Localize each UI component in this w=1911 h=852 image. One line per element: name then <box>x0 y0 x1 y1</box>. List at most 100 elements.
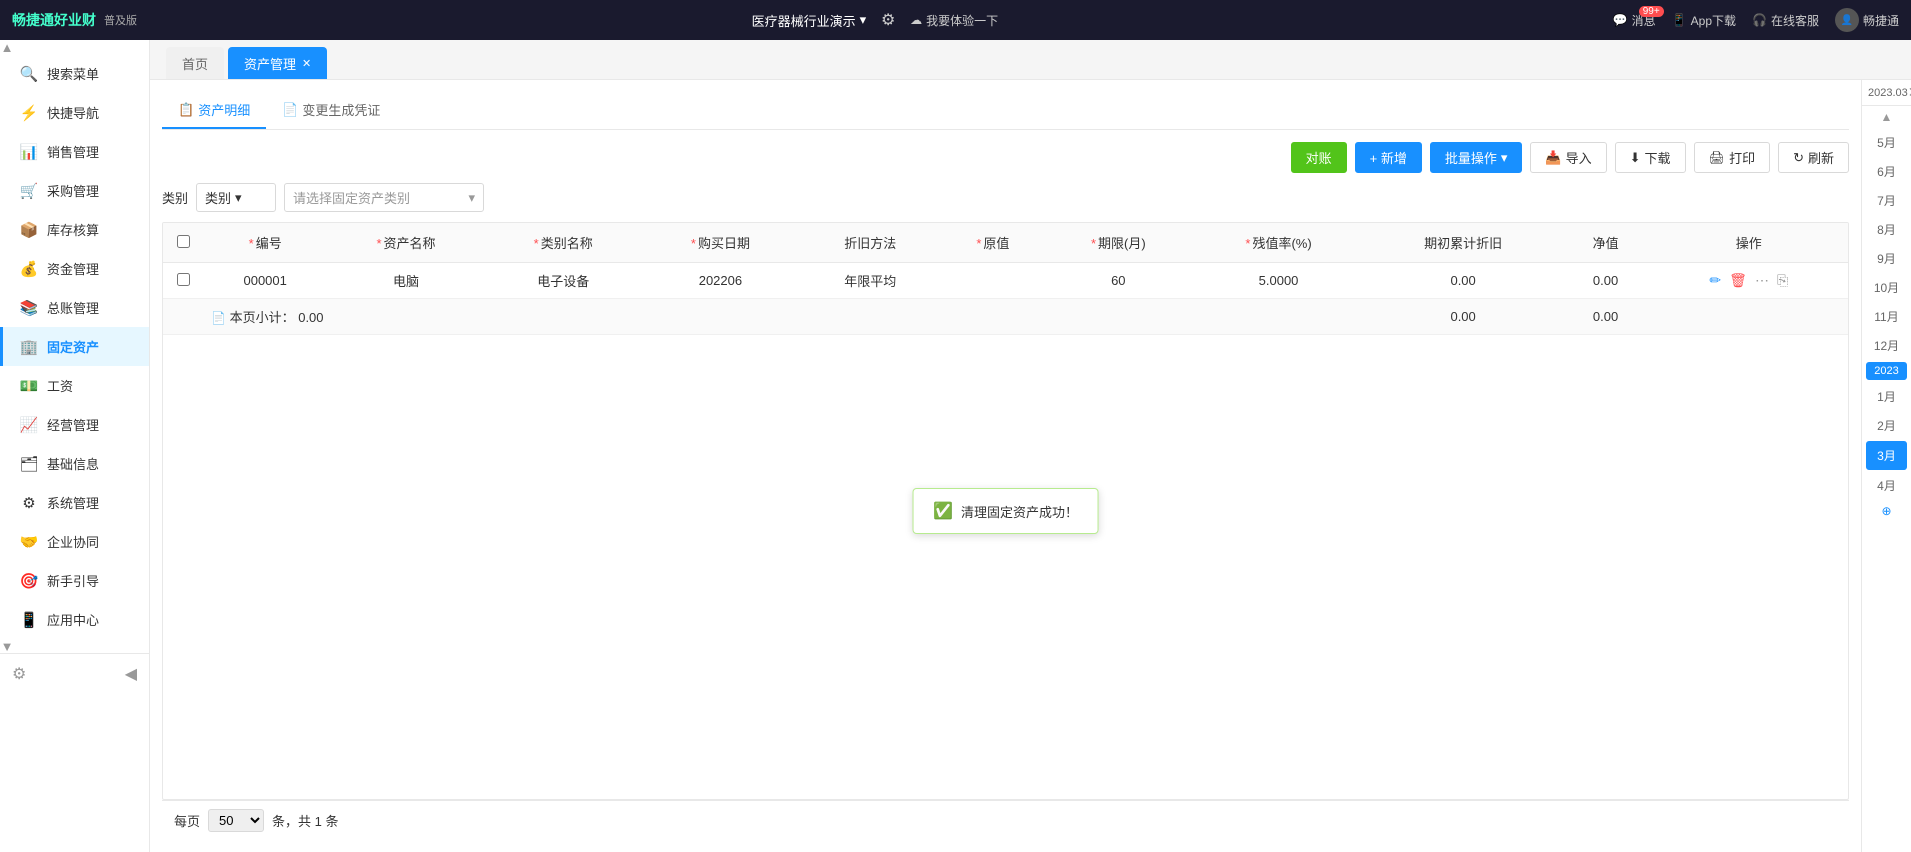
table-header-row: *编号 *资产名称 *类别名称 *购买日期 折旧方法 *原值 *期限(月) *残… <box>163 223 1848 263</box>
row-purchase-date: 202206 <box>642 263 799 299</box>
delete-icon[interactable]: 🗑 <box>1729 272 1747 289</box>
row-residual-rate: 5.0000 <box>1192 263 1364 299</box>
sub-tab-asset-detail[interactable]: 📋 资产明细 <box>162 92 266 129</box>
timeline-month-6[interactable]: 6月 <box>1862 157 1911 186</box>
refresh-button[interactable]: ↻ 刷新 <box>1778 142 1849 173</box>
tab-asset-label: 资产管理 <box>244 54 296 73</box>
header-checkbox-cell <box>163 223 203 263</box>
sidebar-item-enterprise[interactable]: 🤝 企业协同 <box>0 522 149 561</box>
subtotal-initial: 0.00 <box>1365 299 1562 335</box>
copy-icon[interactable]: ⎘ <box>1777 272 1788 289</box>
sidebar-label-quick-nav: 快捷导航 <box>47 103 99 122</box>
timeline-month-11[interactable]: 11月 <box>1862 302 1911 331</box>
batch-label: 批量操作 <box>1445 148 1497 167</box>
reconcile-button[interactable]: 对账 <box>1291 142 1347 173</box>
sub-tabs: 📋 资产明细 📄 变更生成凭证 <box>162 92 1849 130</box>
tab-home-label: 首页 <box>182 54 208 73</box>
cloud-icon: ☁ <box>910 13 922 27</box>
timeline-month-5[interactable]: 5月 <box>1862 128 1911 157</box>
sidebar-item-ledger[interactable]: 📚 总账管理 <box>0 288 149 327</box>
header-category: *类别名称 <box>485 223 642 263</box>
row-checkbox[interactable] <box>177 273 190 286</box>
inner-content: 📋 资产明细 📄 变更生成凭证 对账 + 新增 <box>150 80 1911 852</box>
company-select[interactable]: 医疗器械行业演示 ▾ <box>752 11 867 30</box>
sidebar-item-quick-nav[interactable]: ⚡ 快捷导航 <box>0 93 149 132</box>
sidebar-scroll-up[interactable]: ▲ <box>0 40 14 54</box>
sidebar-item-basics[interactable]: 🗂 基础信息 <box>0 444 149 483</box>
sidebar-item-system[interactable]: ⚙ 系统管理 <box>0 483 149 522</box>
sidebar-item-operations[interactable]: 📈 经营管理 <box>0 405 149 444</box>
import-button[interactable]: 📥 导入 <box>1530 142 1606 173</box>
row-actions: ✏ 🗑 ⋯ ⎘ <box>1650 263 1848 299</box>
new-button[interactable]: + 新增 <box>1355 142 1422 173</box>
sidebar-collapse-icon[interactable]: ◀ <box>125 664 137 684</box>
sidebar-item-purchase[interactable]: 🛒 采购管理 <box>0 171 149 210</box>
timeline-month-1[interactable]: 1月 <box>1862 382 1911 411</box>
header-actions: 操作 <box>1650 223 1848 263</box>
tab-home[interactable]: 首页 <box>166 47 224 79</box>
asset-table: *编号 *资产名称 *类别名称 *购买日期 折旧方法 *原值 *期限(月) *残… <box>163 223 1848 335</box>
import-label: 导入 <box>1566 148 1592 167</box>
download-label: 下载 <box>1645 148 1671 167</box>
more-icon[interactable]: ⋯ <box>1755 272 1769 289</box>
sidebar-item-search[interactable]: 🔍 搜索菜单 <box>0 54 149 93</box>
sidebar-item-fixed-assets[interactable]: 🏢 固定资产 <box>0 327 149 366</box>
download-button[interactable]: ⬇ 下载 <box>1615 142 1686 173</box>
timeline-month-2[interactable]: 2月 <box>1862 411 1911 440</box>
timeline-scroll-up[interactable]: ▲ <box>1862 106 1911 128</box>
batch-button[interactable]: 批量操作 ▾ <box>1430 142 1523 173</box>
sidebar-label-enterprise: 企业协同 <box>47 532 99 551</box>
category-type-arrow: ▾ <box>235 190 242 206</box>
tab-asset-management[interactable]: 资产管理 ✕ <box>228 47 327 79</box>
company-dropdown-icon: ▾ <box>860 12 867 28</box>
app-download-button[interactable]: 📱 App下载 <box>1672 12 1736 29</box>
online-service-button[interactable]: 🎧 在线客服 <box>1752 12 1819 29</box>
header-period: *期限(月) <box>1044 223 1192 263</box>
timeline-month-4[interactable]: 4月 <box>1862 471 1911 500</box>
category-type-select[interactable]: 类别 ▾ <box>196 183 276 212</box>
app-logo: 畅捷通好业财 <box>12 10 96 30</box>
enterprise-icon: 🤝 <box>19 533 39 551</box>
sidebar-label-apps: 应用中心 <box>47 610 99 629</box>
success-message: 清理固定资产成功！ <box>961 502 1078 521</box>
timeline-month-3-current[interactable]: 3月 <box>1866 441 1907 470</box>
edit-icon[interactable]: ✏ <box>1709 272 1721 289</box>
sidebar-settings-icon[interactable]: ⚙ <box>12 664 26 684</box>
subtotal-empty4 <box>1650 299 1848 335</box>
sub-tab-voucher-change[interactable]: 📄 变更生成凭证 <box>266 92 396 129</box>
timeline-month-8[interactable]: 8月 <box>1862 215 1911 244</box>
experience-link[interactable]: ☁ 我要体验一下 <box>910 12 998 29</box>
action-cell: ✏ 🗑 ⋯ ⎘ <box>1658 272 1840 289</box>
content-area: 首页 资产管理 ✕ 📋 资产明细 📄 变更生成凭证 <box>150 40 1911 852</box>
user-profile[interactable]: 👤 畅捷通 <box>1835 8 1899 32</box>
capital-icon: 💰 <box>19 260 39 278</box>
table-row: 000001 电脑 电子设备 202206 年限平均 60 5.0000 0.0… <box>163 263 1848 299</box>
print-button[interactable]: 🖨 打印 <box>1694 142 1771 173</box>
sidebar-scroll-down[interactable]: ▼ <box>0 639 14 653</box>
per-page-label: 每页 <box>174 811 200 830</box>
sidebar-item-capital[interactable]: 💰 资金管理 <box>0 249 149 288</box>
timeline-month-9[interactable]: 9月 <box>1862 244 1911 273</box>
sidebar-item-apps[interactable]: 📱 应用中心 <box>0 600 149 639</box>
top-settings-icon[interactable]: ⚙ <box>874 6 902 34</box>
timeline-year-label: 2023.03 <box>1868 87 1908 99</box>
timeline-month-12[interactable]: 12月 <box>1862 331 1911 360</box>
sidebar-item-inventory[interactable]: 📦 库存核算 <box>0 210 149 249</box>
app-download-label: App下载 <box>1691 12 1736 29</box>
sidebar-item-sales[interactable]: 📊 销售管理 <box>0 132 149 171</box>
category-value-select[interactable]: 请选择固定资产类别 ▾ <box>284 183 484 212</box>
messages-button[interactable]: 💬 消息 99+ <box>1613 12 1656 29</box>
tab-close-icon[interactable]: ✕ <box>302 57 311 70</box>
top-bar-right: 💬 消息 99+ 📱 App下载 🎧 在线客服 👤 畅捷通 <box>1613 8 1899 32</box>
sidebar-item-payroll[interactable]: 💵 工资 <box>0 366 149 405</box>
select-all-checkbox[interactable] <box>177 235 190 248</box>
page-size-select[interactable]: 50 100 <box>208 809 264 832</box>
timeline-month-10[interactable]: 10月 <box>1862 273 1911 302</box>
header-depreciation: 折旧方法 <box>799 223 941 263</box>
sidebar-item-guide[interactable]: 🎯 新手引导 <box>0 561 149 600</box>
header-original-value: *原值 <box>941 223 1044 263</box>
refresh-icon: ↻ <box>1793 150 1804 166</box>
timeline-month-7[interactable]: 7月 <box>1862 186 1911 215</box>
page-content: 📋 资产明细 📄 变更生成凭证 对账 + 新增 <box>150 80 1861 852</box>
timeline-expand-bottom[interactable]: ⊕ <box>1862 500 1911 522</box>
